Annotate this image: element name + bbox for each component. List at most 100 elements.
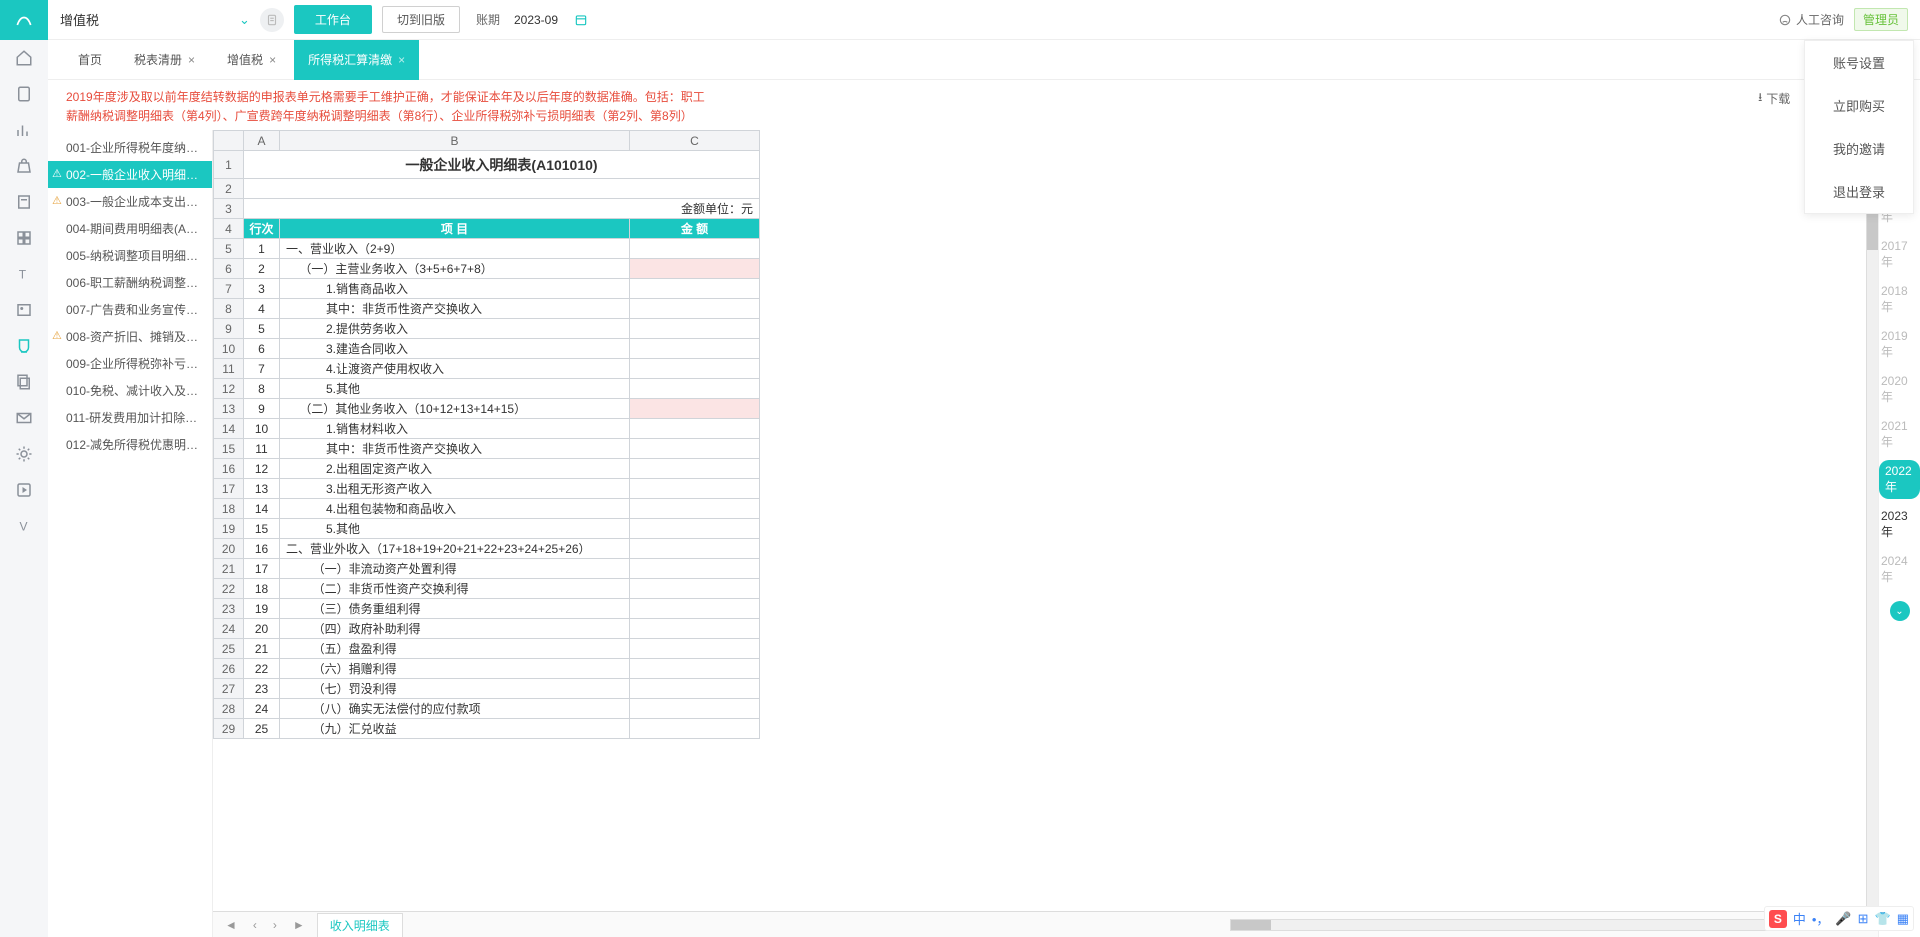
cell-B18[interactable]: 4.出租包装物和商品收入 xyxy=(280,499,630,519)
cell-C21[interactable] xyxy=(630,559,760,579)
tab-0[interactable]: 首页 xyxy=(64,40,116,80)
side-cup-icon[interactable] xyxy=(0,328,48,364)
form-list-item-8[interactable]: 009-企业所得税弥补亏损明… xyxy=(48,350,212,377)
rowhead-18[interactable]: 18 xyxy=(214,499,244,519)
cell-C13[interactable] xyxy=(630,399,760,419)
app-logo[interactable] xyxy=(0,0,48,40)
year-2019年[interactable]: 2019年 xyxy=(1879,325,1920,364)
cell-A13[interactable]: 9 xyxy=(244,399,280,419)
cell-C10[interactable] xyxy=(630,339,760,359)
admin-menu-item-2[interactable]: 我的邀请 xyxy=(1805,127,1913,170)
cell-A22[interactable]: 18 xyxy=(244,579,280,599)
rowhead-22[interactable]: 22 xyxy=(214,579,244,599)
sheet-corner[interactable] xyxy=(214,131,244,151)
cell-B24[interactable]: （四）政府补助利得 xyxy=(280,619,630,639)
rowhead-3[interactable]: 3 xyxy=(214,199,244,219)
year-more-icon[interactable]: ⌄ xyxy=(1890,601,1910,621)
cell-C26[interactable] xyxy=(630,659,760,679)
year-2017年[interactable]: 2017年 xyxy=(1879,235,1920,274)
cell-B26[interactable]: （六）捐赠利得 xyxy=(280,659,630,679)
rowhead-24[interactable]: 24 xyxy=(214,619,244,639)
form-list-item-0[interactable]: 001-企业所得税年度纳税申… xyxy=(48,134,212,161)
cell-C28[interactable] xyxy=(630,699,760,719)
doc-icon-button[interactable] xyxy=(260,8,284,32)
cell-B16[interactable]: 2.出租固定资产收入 xyxy=(280,459,630,479)
side-file-icon[interactable] xyxy=(0,76,48,112)
ime-mic-icon[interactable]: 🎤 xyxy=(1835,911,1851,927)
cell-A28[interactable]: 24 xyxy=(244,699,280,719)
rowhead-2[interactable]: 2 xyxy=(214,179,244,199)
sheet-nav-next[interactable]: › xyxy=(269,918,281,932)
cell-B10[interactable]: 3.建造合同收入 xyxy=(280,339,630,359)
rowhead-9[interactable]: 9 xyxy=(214,319,244,339)
cell-A19[interactable]: 15 xyxy=(244,519,280,539)
cell-C27[interactable] xyxy=(630,679,760,699)
rowhead-27[interactable]: 27 xyxy=(214,679,244,699)
cell-A12[interactable]: 8 xyxy=(244,379,280,399)
tab-1[interactable]: 税表清册× xyxy=(120,40,209,80)
cell-B14[interactable]: 1.销售材料收入 xyxy=(280,419,630,439)
cell-C9[interactable] xyxy=(630,319,760,339)
cell-A24[interactable]: 20 xyxy=(244,619,280,639)
side-mail-icon[interactable] xyxy=(0,400,48,436)
close-icon[interactable]: × xyxy=(269,53,276,67)
cell-A23[interactable]: 19 xyxy=(244,599,280,619)
rowhead-28[interactable]: 28 xyxy=(214,699,244,719)
cell-B27[interactable]: （七）罚没利得 xyxy=(280,679,630,699)
form-list-item-6[interactable]: 007-广告费和业务宣传费跨… xyxy=(48,296,212,323)
cell-A5[interactable]: 1 xyxy=(244,239,280,259)
cell-B22[interactable]: （二）非货币性资产交换利得 xyxy=(280,579,630,599)
admin-menu-item-3[interactable]: 退出登录 xyxy=(1805,170,1913,213)
cell-C5[interactable] xyxy=(630,239,760,259)
cell-A21[interactable]: 17 xyxy=(244,559,280,579)
year-2022年[interactable]: 2022年 xyxy=(1879,460,1920,499)
cell-C23[interactable] xyxy=(630,599,760,619)
form-list-item-4[interactable]: 005-纳税调整项目明细表(A1… xyxy=(48,242,212,269)
cell-C15[interactable] xyxy=(630,439,760,459)
cell-C16[interactable] xyxy=(630,459,760,479)
side-doc-icon[interactable] xyxy=(0,184,48,220)
cell-A8[interactable]: 4 xyxy=(244,299,280,319)
cell-C17[interactable] xyxy=(630,479,760,499)
rowhead-11[interactable]: 11 xyxy=(214,359,244,379)
cell-C14[interactable] xyxy=(630,419,760,439)
ime-skin-icon[interactable]: 👕 xyxy=(1875,911,1891,927)
cell-A7[interactable]: 3 xyxy=(244,279,280,299)
rowhead-10[interactable]: 10 xyxy=(214,339,244,359)
form-list-item-2[interactable]: ⚠003-一般企业成本支出明细… xyxy=(48,188,212,215)
side-play-icon[interactable] xyxy=(0,472,48,508)
rowhead-23[interactable]: 23 xyxy=(214,599,244,619)
admin-menu-item-1[interactable]: 立即购买 xyxy=(1805,84,1913,127)
close-icon[interactable]: × xyxy=(398,53,405,67)
rowhead-20[interactable]: 20 xyxy=(214,539,244,559)
cell-B19[interactable]: 5.其他 xyxy=(280,519,630,539)
year-2018年[interactable]: 2018年 xyxy=(1879,280,1920,319)
side-v-icon[interactable]: V xyxy=(0,508,48,544)
cell-B6[interactable]: （一）主营业务收入（3+5+6+7+8） xyxy=(280,259,630,279)
admin-button[interactable]: 管理员 xyxy=(1854,8,1908,31)
cell-B7[interactable]: 1.销售商品收入 xyxy=(280,279,630,299)
calendar-icon[interactable] xyxy=(574,13,588,27)
ime-logo-icon[interactable]: S xyxy=(1769,910,1787,928)
col-C[interactable]: C xyxy=(630,131,760,151)
side-grid-icon[interactable] xyxy=(0,220,48,256)
cell-B11[interactable]: 4.让渡资产使用权收入 xyxy=(280,359,630,379)
company-tax-select[interactable]: 增值税 ⌄ xyxy=(60,10,250,29)
cell-A27[interactable]: 23 xyxy=(244,679,280,699)
rowhead-1[interactable]: 1 xyxy=(214,151,244,179)
cell-B13[interactable]: （二）其他业务收入（10+12+13+14+15） xyxy=(280,399,630,419)
sheet-nav-first[interactable]: ◄ xyxy=(221,918,241,932)
rowhead-21[interactable]: 21 xyxy=(214,559,244,579)
cell-C18[interactable] xyxy=(630,499,760,519)
sheet-nav-last[interactable]: ► xyxy=(289,918,309,932)
rowhead-19[interactable]: 19 xyxy=(214,519,244,539)
cell-B25[interactable]: （五）盘盈利得 xyxy=(280,639,630,659)
rowhead-26[interactable]: 26 xyxy=(214,659,244,679)
cell-A16[interactable]: 12 xyxy=(244,459,280,479)
rowhead-14[interactable]: 14 xyxy=(214,419,244,439)
side-bag-icon[interactable] xyxy=(0,148,48,184)
form-list-item-11[interactable]: 012-减免所得税优惠明细表(… xyxy=(48,431,212,458)
cell-C12[interactable] xyxy=(630,379,760,399)
side-gear-icon[interactable] xyxy=(0,436,48,472)
cell-C24[interactable] xyxy=(630,619,760,639)
